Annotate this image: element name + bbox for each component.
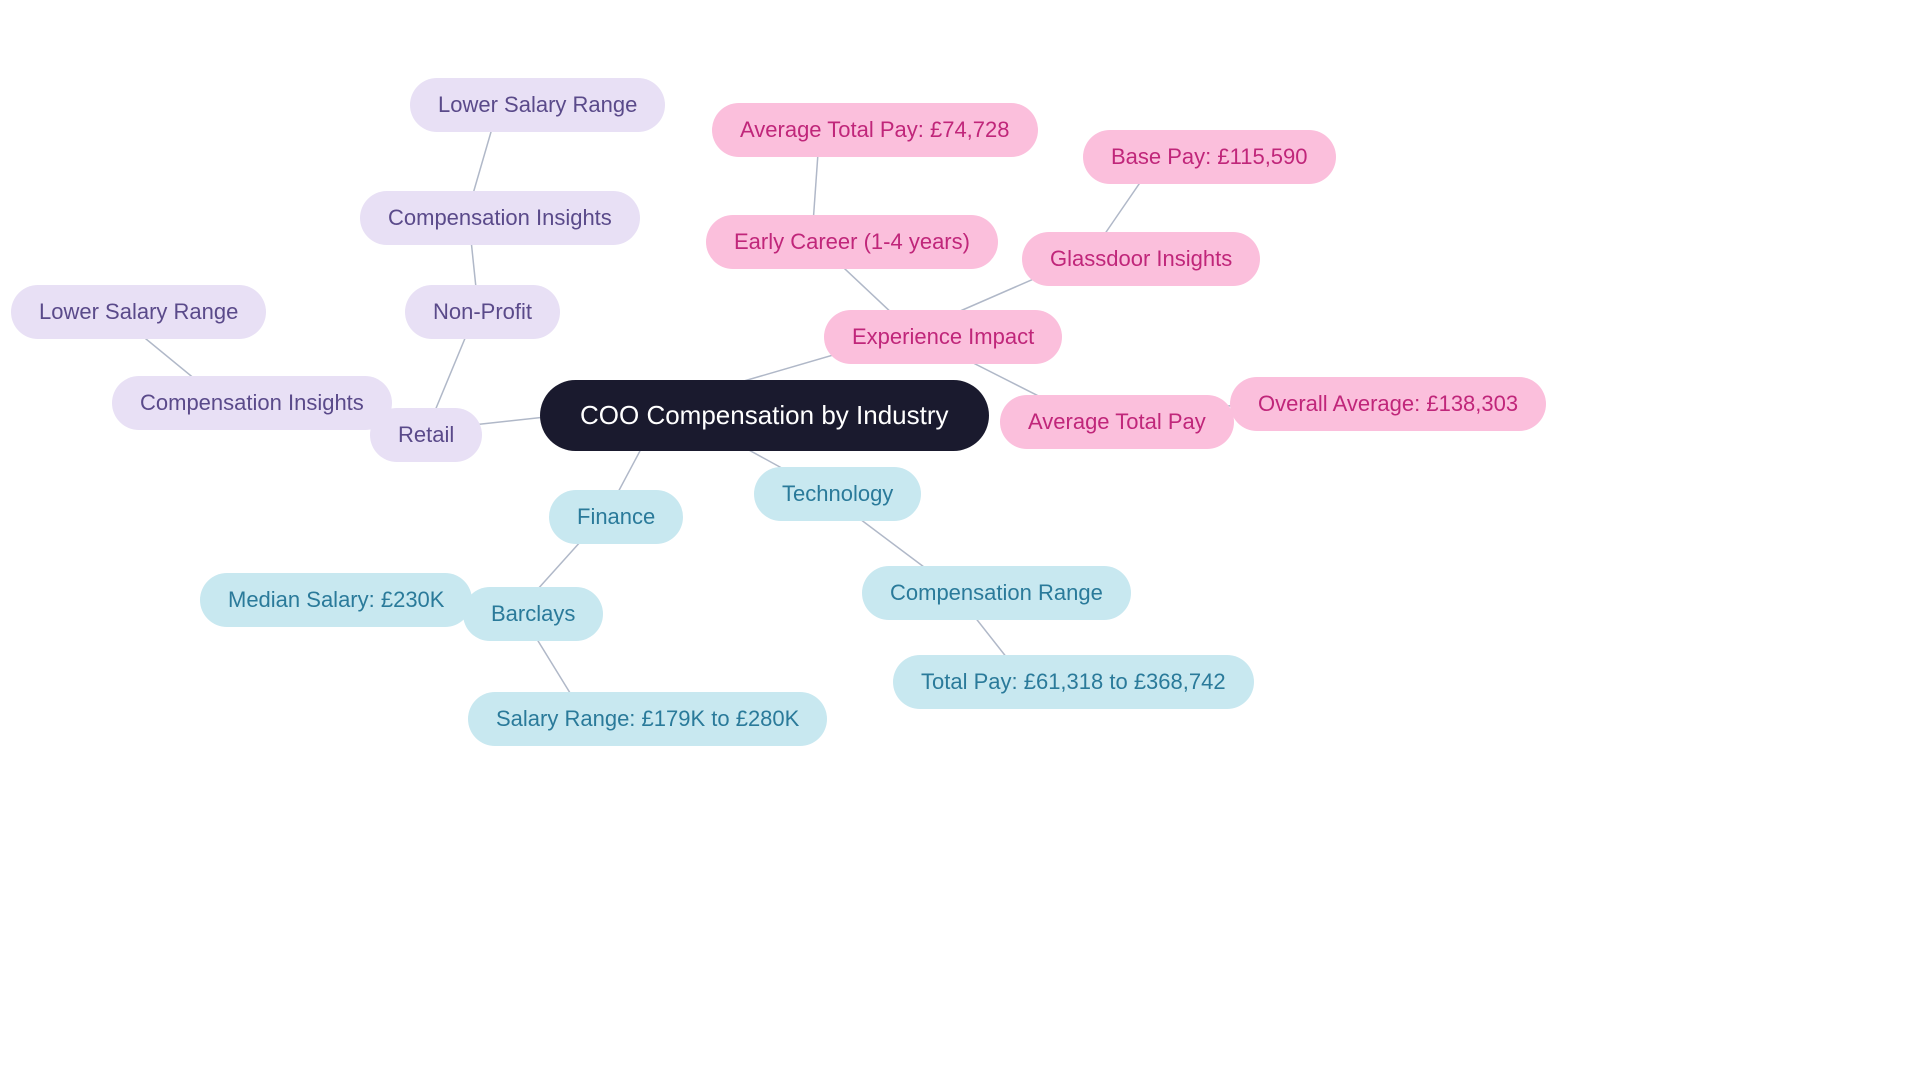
base-pay-node: Base Pay: £115,590 xyxy=(1083,130,1336,184)
lower-salary-left-node: Lower Salary Range xyxy=(11,285,266,339)
glassdoor-insights-node: Glassdoor Insights xyxy=(1022,232,1260,286)
total-pay-node: Total Pay: £61,318 to £368,742 xyxy=(893,655,1254,709)
experience-impact-node: Experience Impact xyxy=(824,310,1062,364)
barclays-node: Barclays xyxy=(463,587,603,641)
early-career-node: Early Career (1-4 years) xyxy=(706,215,998,269)
technology-node: Technology xyxy=(754,467,921,521)
avg-total-pay-top-node: Average Total Pay: £74,728 xyxy=(712,103,1038,157)
salary-range-node: Salary Range: £179K to £280K xyxy=(468,692,827,746)
comp-range-node: Compensation Range xyxy=(862,566,1131,620)
center-node: COO Compensation by Industry xyxy=(540,380,989,451)
overall-average-node: Overall Average: £138,303 xyxy=(1230,377,1546,431)
lower-salary-mid-node: Lower Salary Range xyxy=(410,78,665,132)
comp-insights-mid-node: Compensation Insights xyxy=(360,191,640,245)
median-salary-node: Median Salary: £230K xyxy=(200,573,472,627)
finance-node: Finance xyxy=(549,490,683,544)
connection-lines xyxy=(0,0,1920,1083)
non-profit-node: Non-Profit xyxy=(405,285,560,339)
comp-insights-left-node: Compensation Insights xyxy=(112,376,392,430)
avg-total-pay-right-node: Average Total Pay xyxy=(1000,395,1234,449)
